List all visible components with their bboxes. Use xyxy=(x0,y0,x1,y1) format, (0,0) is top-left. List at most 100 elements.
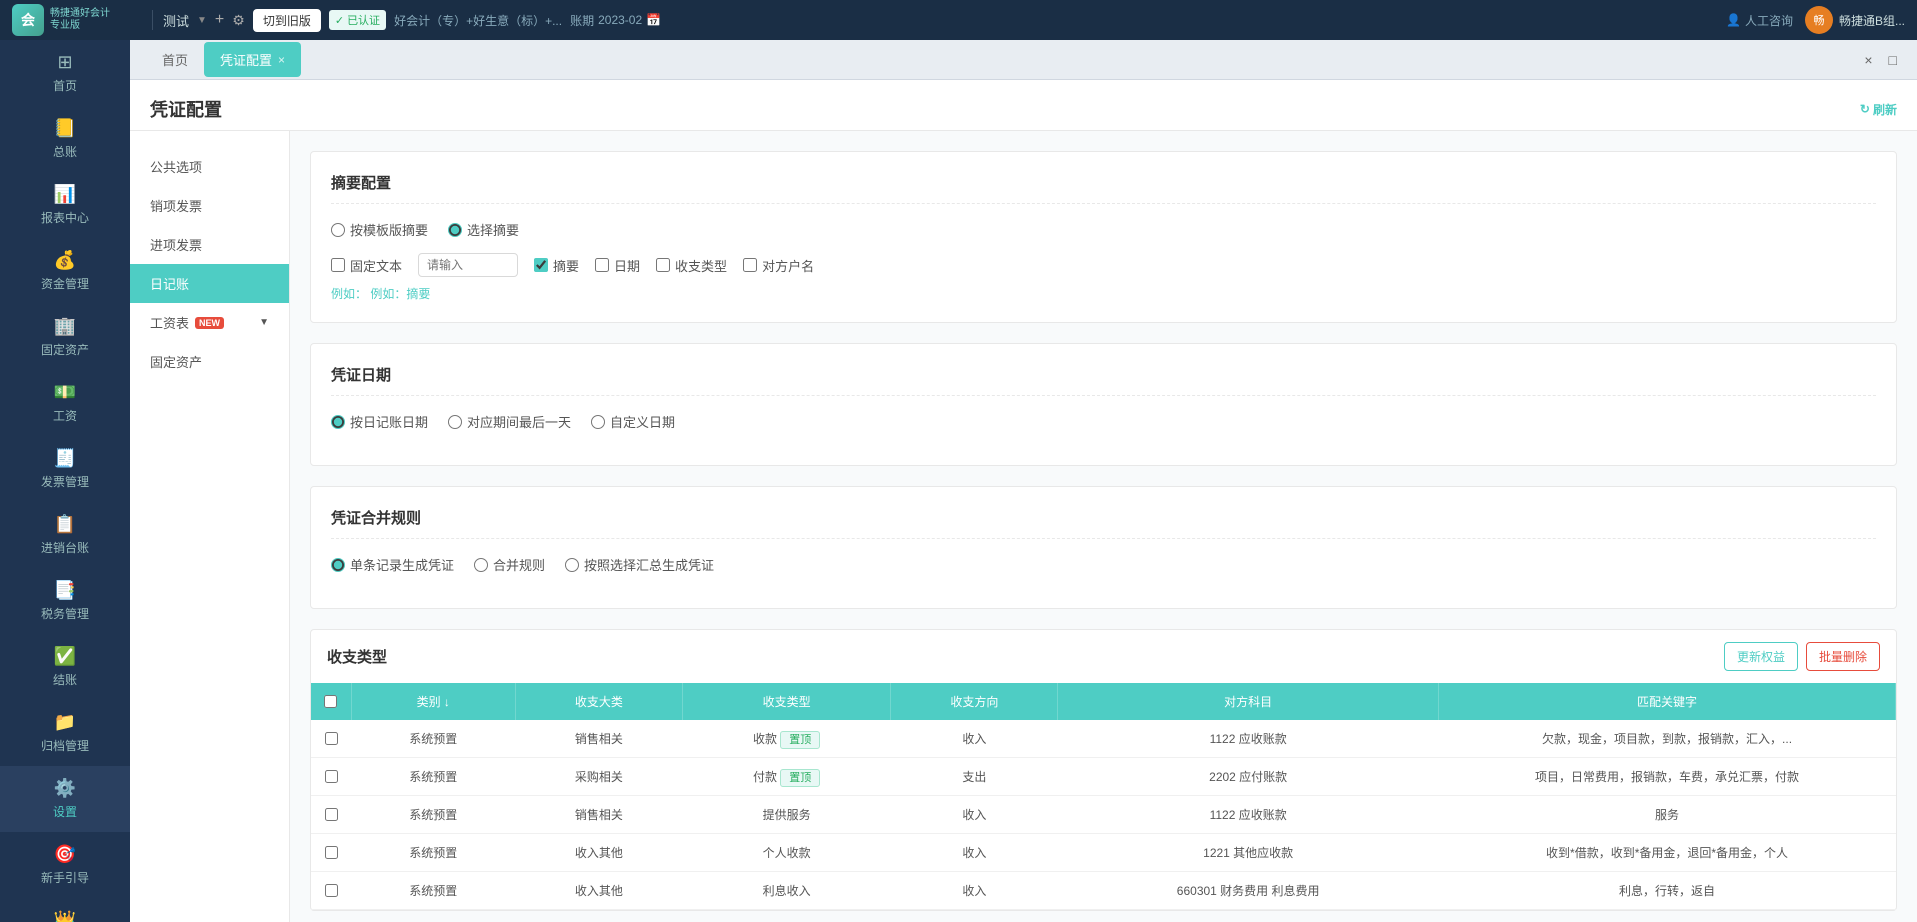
sidebar-item-fixed-assets[interactable]: 🏢 固定资产 xyxy=(0,304,130,370)
th-major: 收支大类 xyxy=(516,683,683,720)
counterparty-checkbox[interactable] xyxy=(743,258,757,272)
merge-rules-section: 凭证合并规则 单条记录生成凭证 合并规则 按照选择汇总生成凭证 xyxy=(310,486,1897,609)
row-checkbox-1[interactable] xyxy=(325,770,338,783)
radio-period-last[interactable]: 对应期间最后一天 xyxy=(448,412,571,431)
window-close-button[interactable]: × xyxy=(1860,48,1876,72)
income-expense-section: 收支类型 更新权益 批量删除 xyxy=(310,629,1897,911)
sidebar-label-ledger: 总账 xyxy=(53,143,77,160)
service-button[interactable]: 👤 人工咨询 xyxy=(1726,12,1793,29)
sidebar-label-funds: 资金管理 xyxy=(41,275,89,292)
sidebar-item-archive[interactable]: 📁 归档管理 xyxy=(0,700,130,766)
batch-delete-button[interactable]: 批量删除 xyxy=(1806,642,1880,671)
sidebar-label-tax: 税务管理 xyxy=(41,605,89,622)
radio-template-summary[interactable]: 按模板版摘要 xyxy=(331,220,428,239)
switch-version-button[interactable]: 切到旧版 xyxy=(253,9,321,32)
checkbox-fixed-text[interactable]: 固定文本 xyxy=(331,256,402,275)
calendar-icon[interactable]: 📅 xyxy=(646,13,661,27)
logo: 会 畅捷通好会计 专业版 xyxy=(12,4,142,36)
avatar: 畅 xyxy=(1805,6,1833,34)
fixed-text-input[interactable] xyxy=(418,253,518,277)
sidebar-item-salary[interactable]: 💵 工资 xyxy=(0,370,130,436)
left-nav-fixed-assets[interactable]: 固定资产 xyxy=(130,342,289,381)
reset-tag-1[interactable]: 置顶 xyxy=(780,769,820,787)
radio-select-summary[interactable]: 选择摘要 xyxy=(448,220,519,239)
reset-tag-0[interactable]: 置顶 xyxy=(780,731,820,749)
sidebar-item-home[interactable]: ⊞ 首页 xyxy=(0,40,130,106)
tab-home[interactable]: 首页 xyxy=(146,42,204,77)
td-type-3: 个人收款 xyxy=(682,834,891,872)
summary-checkbox[interactable] xyxy=(534,258,548,272)
sidebar: ⊞ 首页 📒 总账 📊 报表中心 💰 资金管理 🏢 固定资产 💵 工资 🧾 发票… xyxy=(0,40,130,922)
workspace-name: 测试 xyxy=(163,11,189,30)
user-profile[interactable]: 畅 畅捷通B组... xyxy=(1805,6,1905,34)
sidebar-item-guide[interactable]: 🎯 新手引导 xyxy=(0,832,130,898)
td-category-3: 系统预置 xyxy=(351,834,516,872)
td-category-4: 系统预置 xyxy=(351,872,516,910)
sidebar-item-invoice[interactable]: 🧾 发票管理 xyxy=(0,436,130,502)
radio-by-select-input[interactable] xyxy=(565,558,579,572)
radio-period-last-input[interactable] xyxy=(448,415,462,429)
table-header: 类别 ↓ 收支大类 收支类型 收支方向 xyxy=(311,683,1896,720)
checkbox-date[interactable]: 日期 xyxy=(595,256,640,275)
checkbox-payment-type[interactable]: 收支类型 xyxy=(656,256,727,275)
radio-by-select[interactable]: 按照选择汇总生成凭证 xyxy=(565,555,714,574)
user-name: 畅捷通B组... xyxy=(1839,12,1905,29)
left-nav-sales-invoice[interactable]: 销项发票 xyxy=(130,186,289,225)
sidebar-item-ledger[interactable]: 📒 总账 xyxy=(0,106,130,172)
update-rights-button[interactable]: 更新权益 xyxy=(1724,642,1798,671)
td-category-2: 系统预置 xyxy=(351,796,516,834)
th-checkbox xyxy=(311,683,351,720)
radio-journal-date-input[interactable] xyxy=(331,415,345,429)
merge-rules-radio-group: 单条记录生成凭证 合并规则 按照选择汇总生成凭证 xyxy=(331,555,1876,574)
row-checkbox-3[interactable] xyxy=(325,846,338,859)
left-nav-purchase-invoice[interactable]: 进项发票 xyxy=(130,225,289,264)
tab-voucher-config[interactable]: 凭证配置 × xyxy=(204,42,301,77)
th-category[interactable]: 类别 ↓ xyxy=(351,683,516,720)
add-icon[interactable]: + xyxy=(215,11,224,29)
radio-template-summary-input[interactable] xyxy=(331,223,345,237)
checkbox-summary[interactable]: 摘要 xyxy=(534,256,579,275)
sidebar-item-tax[interactable]: 📑 税务管理 xyxy=(0,568,130,634)
row-checkbox-4[interactable] xyxy=(325,884,338,897)
radio-merge-rule-input[interactable] xyxy=(474,558,488,572)
sidebar-label-archive: 归档管理 xyxy=(41,737,89,754)
row-checkbox-0[interactable] xyxy=(325,732,338,745)
sidebar-label-reports: 报表中心 xyxy=(41,209,89,226)
gear-icon[interactable]: ⚙ xyxy=(232,12,245,29)
sidebar-item-reports[interactable]: 📊 报表中心 xyxy=(0,172,130,238)
left-nav-payroll[interactable]: 工资表 NEW ▼ xyxy=(130,303,289,342)
left-nav-public[interactable]: 公共选项 xyxy=(130,147,289,186)
sidebar-item-settings[interactable]: ⚙️ 设置 xyxy=(0,766,130,832)
sidebar-label-closing: 结账 xyxy=(53,671,77,688)
left-nav-journal[interactable]: 日记账 xyxy=(130,264,289,303)
date-checkbox[interactable] xyxy=(595,258,609,272)
sidebar-item-closing[interactable]: ✅ 结账 xyxy=(0,634,130,700)
radio-single-record[interactable]: 单条记录生成凭证 xyxy=(331,555,454,574)
radio-select-summary-input[interactable] xyxy=(448,223,462,237)
table-section-header: 收支类型 更新权益 批量删除 xyxy=(311,630,1896,683)
refresh-button[interactable]: ↻ 刷新 xyxy=(1860,101,1897,118)
sidebar-item-member[interactable]: 👑 畅会员 xyxy=(0,898,130,922)
radio-journal-date[interactable]: 按日记账日期 xyxy=(331,412,428,431)
sidebar-item-purchase-sales[interactable]: 📋 进销台账 xyxy=(0,502,130,568)
td-checkbox-4 xyxy=(311,872,351,910)
fixed-text-checkbox[interactable] xyxy=(331,258,345,272)
period-value: 2023-02 xyxy=(598,13,642,27)
settings-icon: ⚙️ xyxy=(54,778,76,799)
payment-type-checkbox[interactable] xyxy=(656,258,670,272)
main-content: 摘要配置 按模板版摘要 选择摘要 xyxy=(290,131,1917,922)
radio-single-record-input[interactable] xyxy=(331,558,345,572)
workspace-arrow-icon[interactable]: ▼ xyxy=(197,15,207,26)
sidebar-item-funds[interactable]: 💰 资金管理 xyxy=(0,238,130,304)
radio-custom-date-input[interactable] xyxy=(591,415,605,429)
td-direction-2: 收入 xyxy=(891,796,1058,834)
radio-custom-date[interactable]: 自定义日期 xyxy=(591,412,675,431)
summary-radio-group: 按模板版摘要 选择摘要 xyxy=(331,220,1876,239)
radio-merge-rule[interactable]: 合并规则 xyxy=(474,555,545,574)
td-keywords-1: 项目，日常费用，报销款，车费，承兑汇票，付款 xyxy=(1439,758,1896,796)
select-all-checkbox[interactable] xyxy=(324,695,337,708)
row-checkbox-2[interactable] xyxy=(325,808,338,821)
window-expand-button[interactable]: □ xyxy=(1885,48,1901,72)
tab-close-icon[interactable]: × xyxy=(278,53,285,67)
checkbox-counterparty[interactable]: 对方户名 xyxy=(743,256,814,275)
